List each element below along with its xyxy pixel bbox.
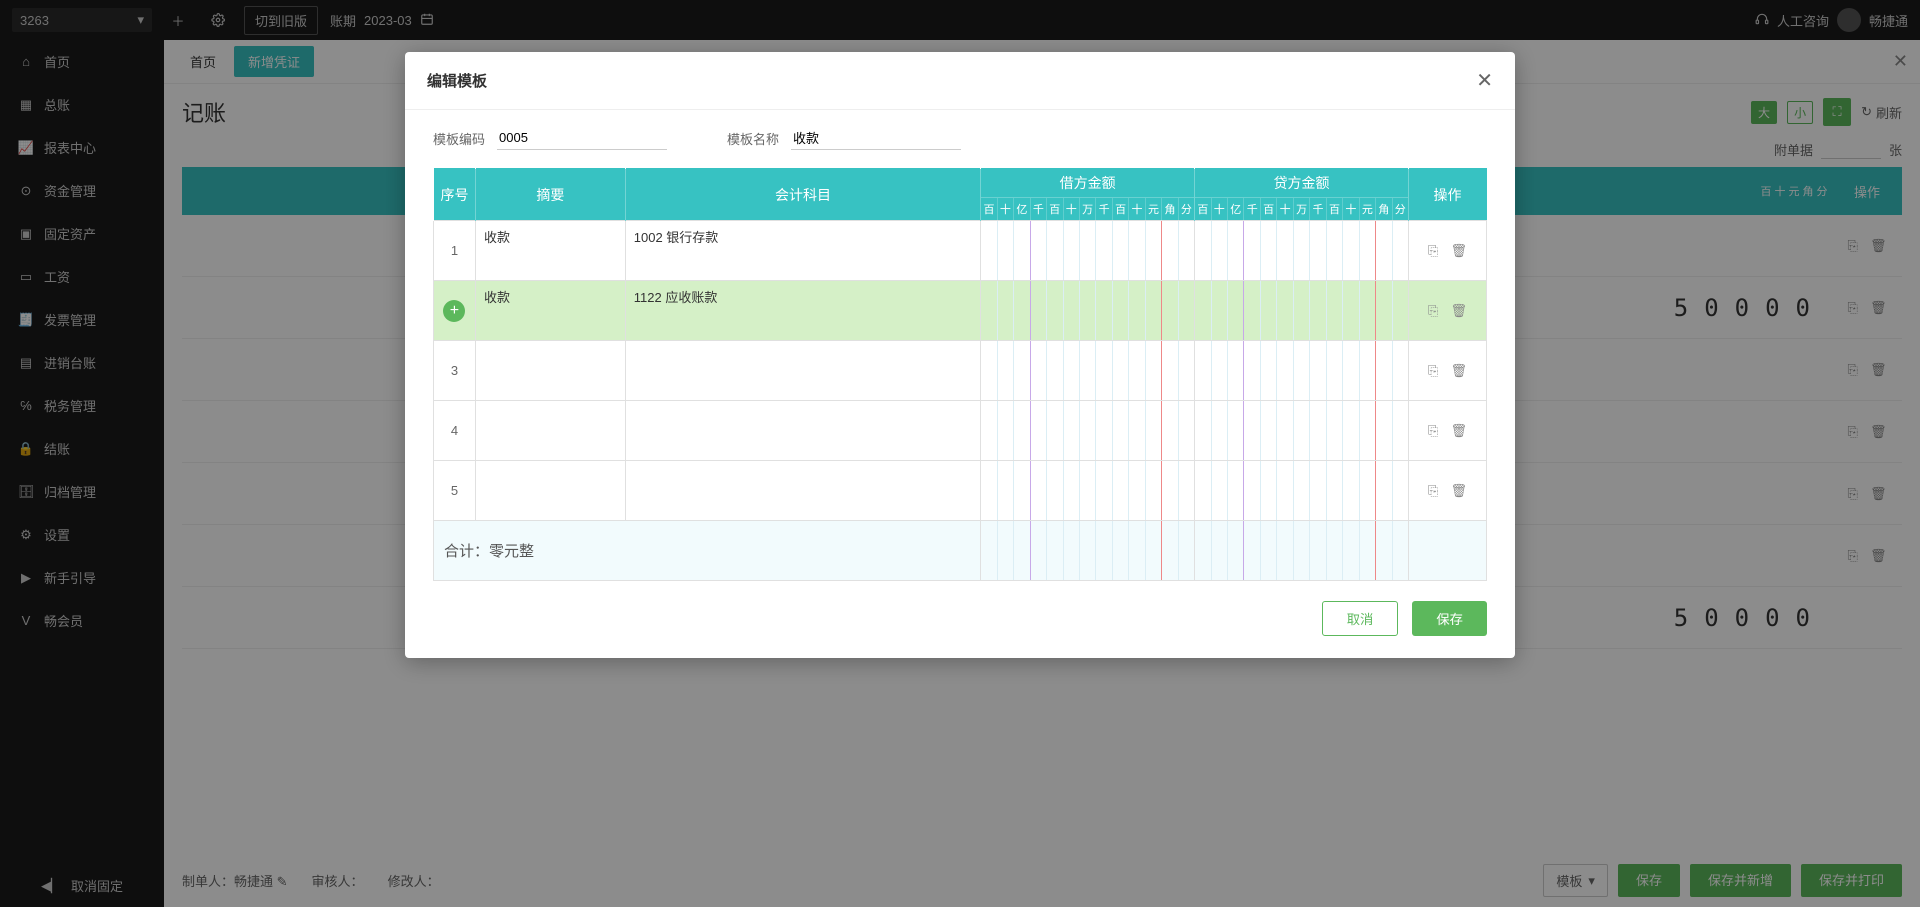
summary-cell[interactable] <box>476 461 625 473</box>
table-row[interactable]: + 收款1122 应收账款 ⎘ 🗑 <box>434 281 1487 341</box>
table-row[interactable]: 3⎘🗑 <box>434 341 1487 401</box>
unit-cell: 角 <box>1375 198 1391 220</box>
credit-cell[interactable] <box>1195 341 1409 401</box>
delete-icon[interactable]: 🗑 <box>1450 423 1467 439</box>
copy-icon[interactable]: ⎘ <box>1428 363 1438 379</box>
delete-icon[interactable]: 🗑 <box>1450 243 1467 259</box>
unit-cell: 分 <box>1392 198 1408 220</box>
debit-cell[interactable] <box>981 341 1195 401</box>
modal-title: 编辑模板 <box>427 70 487 91</box>
unit-cell: 百 <box>1260 198 1276 220</box>
unit-cell: 十 <box>1128 198 1144 220</box>
summary-cell[interactable] <box>476 341 625 353</box>
unit-cell: 万 <box>1079 198 1095 220</box>
col-op: 操作 <box>1409 181 1486 209</box>
template-name-label: 模板名称 <box>727 129 779 148</box>
subject-cell[interactable]: 1002 银行存款 <box>626 221 980 252</box>
unit-cell: 千 <box>1243 198 1259 220</box>
table-row[interactable]: 1收款1002 银行存款⎘🗑 <box>434 221 1487 281</box>
unit-cell: 千 <box>1030 198 1046 220</box>
delete-icon[interactable]: 🗑 <box>1450 483 1467 499</box>
table-row[interactable]: 4⎘🗑 <box>434 401 1487 461</box>
unit-cell: 百 <box>1046 198 1062 220</box>
template-code-label: 模板编码 <box>433 129 485 148</box>
modal-close-button[interactable]: ✕ <box>1476 68 1493 93</box>
sum-label: 合计：零元整 <box>434 540 980 561</box>
add-row-button[interactable]: + <box>443 300 465 322</box>
copy-icon[interactable]: ⎘ <box>1428 303 1438 319</box>
unit-cell: 元 <box>1359 198 1375 220</box>
credit-cell[interactable] <box>1195 221 1409 281</box>
unit-cell: 十 <box>1276 198 1292 220</box>
debit-cell[interactable] <box>981 401 1195 461</box>
col-seq: 序号 <box>434 181 475 209</box>
summary-cell[interactable]: 收款 <box>476 281 625 312</box>
subject-cell[interactable] <box>626 401 980 413</box>
unit-cell: 万 <box>1293 198 1309 220</box>
template-name-input[interactable] <box>791 126 961 150</box>
unit-cell: 十 <box>997 198 1013 220</box>
debit-cell[interactable] <box>981 221 1195 281</box>
table-row[interactable]: 5⎘🗑 <box>434 461 1487 521</box>
unit-cell: 角 <box>1161 198 1177 220</box>
debit-cell[interactable] <box>981 281 1195 341</box>
col-subject: 会计科目 <box>626 181 980 209</box>
unit-cell: 十 <box>1063 198 1079 220</box>
unit-cell: 百 <box>1195 198 1210 220</box>
delete-icon[interactable]: 🗑 <box>1450 363 1467 379</box>
unit-cell: 百 <box>1112 198 1128 220</box>
copy-icon[interactable]: ⎘ <box>1428 243 1438 259</box>
credit-cell[interactable] <box>1195 401 1409 461</box>
col-summary: 摘要 <box>476 181 625 209</box>
summary-cell[interactable]: 收款 <box>476 221 625 252</box>
credit-cell[interactable] <box>1195 281 1409 341</box>
delete-icon[interactable]: 🗑 <box>1450 303 1467 319</box>
copy-icon[interactable]: ⎘ <box>1428 423 1438 439</box>
summary-cell[interactable] <box>476 401 625 413</box>
subject-cell[interactable] <box>626 461 980 473</box>
subject-cell[interactable]: 1122 应收账款 <box>626 281 980 312</box>
sum-row: 合计：零元整 <box>434 521 1487 581</box>
template-table: 序号 摘要 会计科目 借方金额 百十亿千百十万千百十元角分 贷方金额 百十亿千百… <box>433 168 1487 581</box>
col-debit: 借方金额 <box>981 169 1194 197</box>
subject-cell[interactable] <box>626 341 980 353</box>
credit-cell[interactable] <box>1195 461 1409 521</box>
unit-cell: 千 <box>1095 198 1111 220</box>
unit-cell: 百 <box>981 198 996 220</box>
copy-icon[interactable]: ⎘ <box>1428 483 1438 499</box>
save-button[interactable]: 保存 <box>1412 601 1487 636</box>
unit-cell: 亿 <box>1013 198 1029 220</box>
unit-cell: 十 <box>1211 198 1227 220</box>
unit-cell: 分 <box>1178 198 1194 220</box>
unit-cell: 元 <box>1145 198 1161 220</box>
template-code-input[interactable] <box>497 126 667 150</box>
col-credit: 贷方金额 <box>1195 169 1408 197</box>
cancel-button[interactable]: 取消 <box>1322 601 1399 636</box>
edit-template-modal: 编辑模板 ✕ 模板编码 模板名称 序号 摘要 会计科目 借方金额 <box>405 52 1515 658</box>
unit-cell: 亿 <box>1227 198 1243 220</box>
debit-cell[interactable] <box>981 461 1195 521</box>
unit-cell: 千 <box>1309 198 1325 220</box>
unit-cell: 十 <box>1342 198 1358 220</box>
unit-cell: 百 <box>1326 198 1342 220</box>
